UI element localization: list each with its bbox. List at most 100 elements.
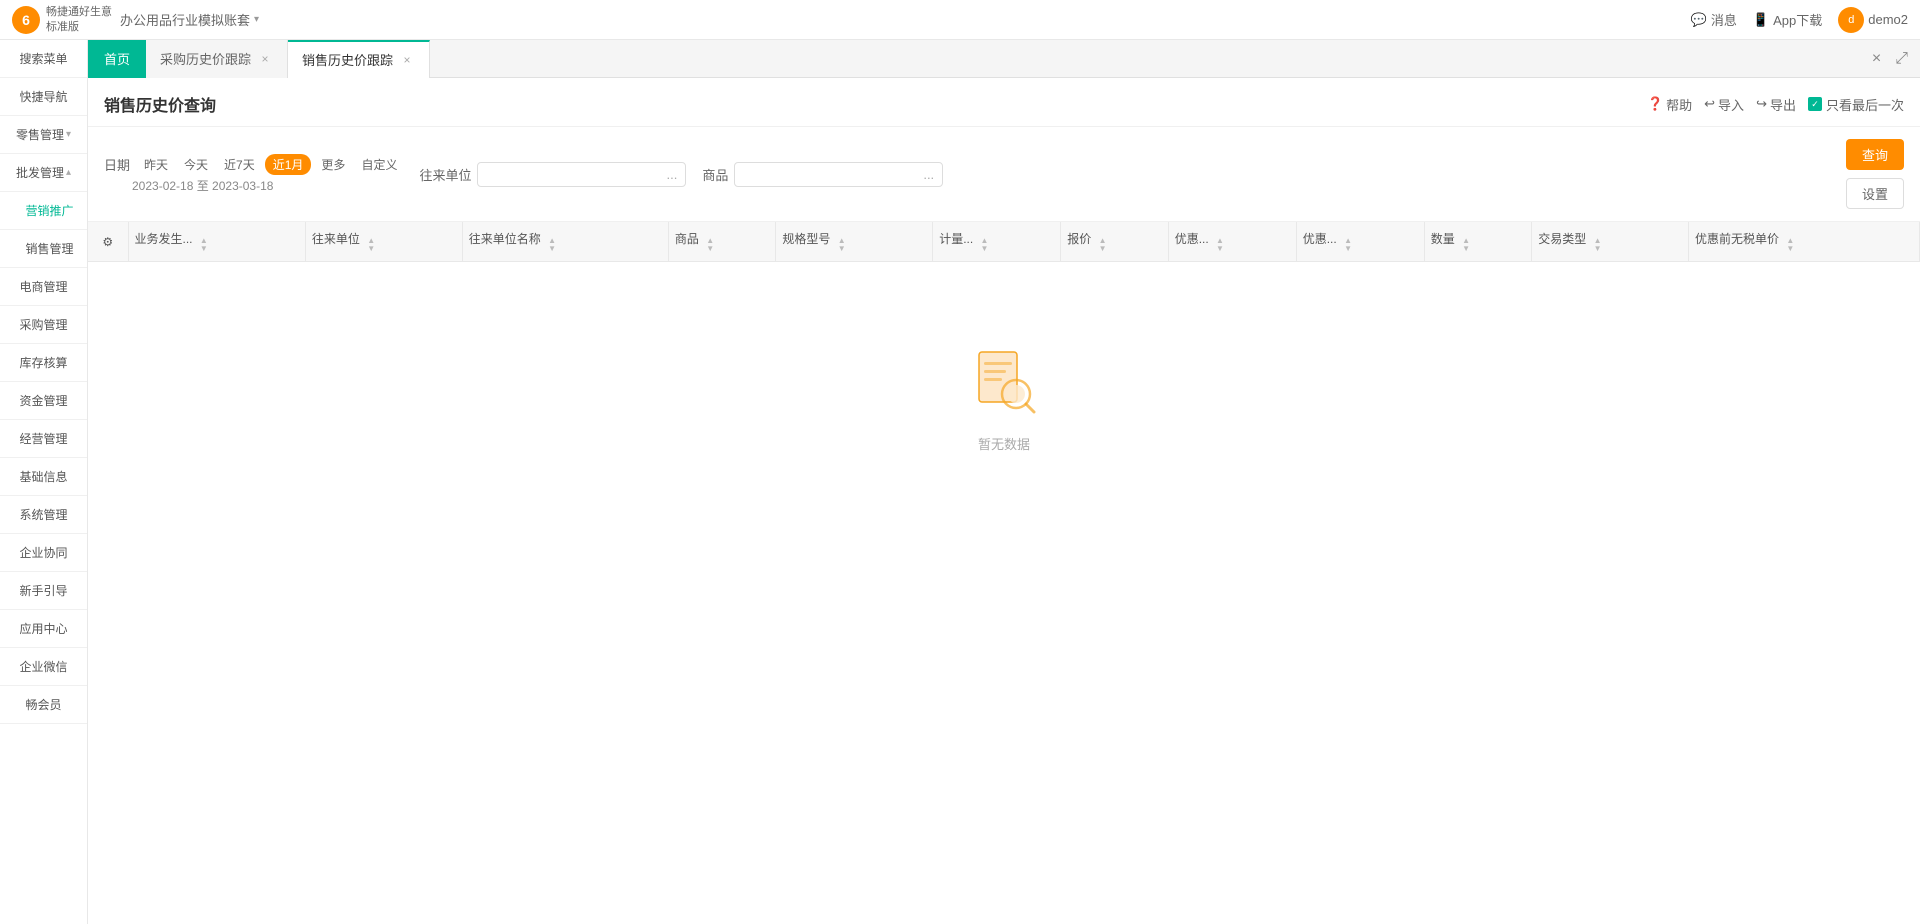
col-trade-type[interactable]: 交易类型 ▲▼ xyxy=(1532,222,1689,262)
import-button[interactable]: ↩ 导入 xyxy=(1704,95,1744,114)
col-pretax-price[interactable]: 优惠前无税单价 ▲▼ xyxy=(1689,222,1920,262)
sidebar-item-label: 快捷导航 xyxy=(19,88,67,105)
only-last-checkbox[interactable]: ✓ 只看最后一次 xyxy=(1808,95,1904,114)
export-button[interactable]: ↪ 导出 xyxy=(1756,95,1796,114)
sidebar-item-label: 新手引导 xyxy=(19,582,67,599)
sidebar-item-wechat[interactable]: 企业微信 xyxy=(0,648,87,686)
sidebar-item-search[interactable]: 搜索菜单 xyxy=(0,40,87,78)
sidebar-item-finance[interactable]: 资金管理 xyxy=(0,382,87,420)
date-filters: 昨天 今天 近7天 近1月 更多 自定义 xyxy=(138,154,403,175)
date-label: 日期 xyxy=(104,155,130,174)
col-discount1[interactable]: 优惠... ▲▼ xyxy=(1168,222,1296,262)
empty-state: 暂无数据 xyxy=(88,262,1920,533)
search-area: 日期 昨天 今天 近7天 近1月 更多 自定义 2023-02-18 至 202… xyxy=(88,127,1920,222)
sidebar-item-sales[interactable]: 销售管理 xyxy=(0,230,87,268)
sidebar-item-label: 畅会员 xyxy=(25,696,61,713)
sidebar-item-label: 企业协同 xyxy=(19,544,67,561)
date-btn-more[interactable]: 更多 xyxy=(315,154,351,175)
top-bar: 6 畅捷通好生意 标准版 办公用品行业模拟账套 ▾ 💬 消息 📱 App下载 xyxy=(0,0,1920,40)
tab-actions: × ⤢ xyxy=(1868,46,1920,72)
sort-icon: ▲▼ xyxy=(981,237,989,253)
tab-purchase-history[interactable]: 采购历史价跟踪 × xyxy=(146,40,288,78)
message-icon: 💬 xyxy=(1691,12,1707,28)
sidebar: 搜索菜单 快捷导航 零售管理 ▾ 批发管理 ▴ 营销推广 销售管理 电商管理 xyxy=(0,40,88,924)
date-range-display: 2023-02-18 至 2023-03-18 xyxy=(132,177,403,194)
sidebar-item-inventory[interactable]: 库存核算 xyxy=(0,344,87,382)
sidebar-item-member[interactable]: 畅会员 xyxy=(0,686,87,724)
date-btn-yesterday[interactable]: 昨天 xyxy=(138,154,174,175)
sidebar-item-management[interactable]: 经营管理 xyxy=(0,420,87,458)
sort-icon: ▲▼ xyxy=(706,237,714,253)
page-header-actions: ❓ 帮助 ↩ 导入 ↪ 导出 ✓ 只看最后一次 xyxy=(1647,95,1904,114)
help-button[interactable]: ❓ 帮助 xyxy=(1647,95,1692,114)
product-search-group: 商品 ... xyxy=(702,162,943,187)
col-product[interactable]: 商品 ▲▼ xyxy=(668,222,775,262)
sort-icon: ▲▼ xyxy=(838,237,846,253)
query-button[interactable]: 查询 xyxy=(1846,139,1904,170)
chevron-down-icon: ▾ xyxy=(66,129,71,140)
sidebar-item-retail[interactable]: 零售管理 ▾ xyxy=(0,116,87,154)
logo-area: 6 畅捷通好生意 标准版 xyxy=(12,5,112,34)
sidebar-item-apps[interactable]: 应用中心 xyxy=(0,610,87,648)
partner-field[interactable] xyxy=(486,167,662,182)
col-spec[interactable]: 规格型号 ▲▼ xyxy=(776,222,933,262)
tab-close-icon[interactable]: × xyxy=(399,52,415,68)
col-settings[interactable]: ⚙ xyxy=(88,222,128,262)
sidebar-item-label: 系统管理 xyxy=(19,506,67,523)
sidebar-item-quicknav[interactable]: 快捷导航 xyxy=(0,78,87,116)
sidebar-item-enterprise[interactable]: 企业协同 xyxy=(0,534,87,572)
date-btn-7days[interactable]: 近7天 xyxy=(218,154,261,175)
partner-input[interactable]: ... xyxy=(477,162,686,187)
sidebar-item-guide[interactable]: 新手引导 xyxy=(0,572,87,610)
col-discount2[interactable]: 优惠... ▲▼ xyxy=(1296,222,1424,262)
sidebar-item-basic-info[interactable]: 基础信息 xyxy=(0,458,87,496)
sidebar-item-marketing[interactable]: 营销推广 xyxy=(0,192,87,230)
partner-label: 往来单位 xyxy=(419,165,471,184)
sidebar-item-ecommerce[interactable]: 电商管理 xyxy=(0,268,87,306)
breadcrumb-dropdown-icon[interactable]: ▾ xyxy=(254,14,259,25)
export-icon: ↪ xyxy=(1756,96,1767,112)
partner-dots: ... xyxy=(666,167,677,182)
sort-icon: ▲▼ xyxy=(367,237,375,253)
settings-button[interactable]: 设置 xyxy=(1846,178,1904,209)
sort-icon: ▲▼ xyxy=(1462,237,1470,253)
product-field[interactable] xyxy=(743,167,919,182)
product-label: 商品 xyxy=(702,165,728,184)
content-area: 首页 采购历史价跟踪 × 销售历史价跟踪 × × ⤢ xyxy=(88,40,1920,924)
col-qty[interactable]: 数量 ▲▼ xyxy=(1424,222,1531,262)
partner-search-group: 往来单位 ... xyxy=(419,162,686,187)
date-btn-today[interactable]: 今天 xyxy=(178,154,214,175)
message-button[interactable]: 💬 消息 xyxy=(1691,10,1737,29)
sort-icon: ▲▼ xyxy=(1594,237,1602,253)
table-header: ⚙ 业务发生... ▲▼ 往来单位 xyxy=(88,222,1920,262)
maximize-button[interactable]: ⤢ xyxy=(1891,46,1912,72)
product-dots: ... xyxy=(923,167,934,182)
date-filter-group: 日期 昨天 今天 近7天 近1月 更多 自定义 2023-02-18 至 202… xyxy=(104,154,403,194)
app-download-button[interactable]: 📱 App下载 xyxy=(1753,10,1822,29)
user-menu[interactable]: d demo2 xyxy=(1838,7,1908,33)
logo-text: 畅捷通好生意 标准版 xyxy=(46,5,112,34)
product-input[interactable]: ... xyxy=(734,162,943,187)
sidebar-item-system[interactable]: 系统管理 xyxy=(0,496,87,534)
col-price[interactable]: 报价 ▲▼ xyxy=(1061,222,1168,262)
date-btn-custom[interactable]: 自定义 xyxy=(355,154,403,175)
date-btn-1month[interactable]: 近1月 xyxy=(265,154,312,175)
close-tab-button[interactable]: × xyxy=(1868,46,1885,72)
tab-close-icon[interactable]: × xyxy=(257,51,273,67)
download-icon: 📱 xyxy=(1753,12,1769,28)
tab-home[interactable]: 首页 xyxy=(88,40,146,78)
col-unit[interactable]: 计量... ▲▼ xyxy=(933,222,1061,262)
sort-icon: ▲▼ xyxy=(1099,237,1107,253)
col-partner-code[interactable]: 往来单位 ▲▼ xyxy=(305,222,462,262)
col-partner-name[interactable]: 往来单位名称 ▲▼ xyxy=(462,222,668,262)
sidebar-item-label: 搜索菜单 xyxy=(19,50,67,67)
top-bar-right: 💬 消息 📱 App下载 d demo2 xyxy=(1691,7,1908,33)
sidebar-item-purchase[interactable]: 采购管理 xyxy=(0,306,87,344)
empty-illustration xyxy=(964,342,1044,422)
sidebar-item-label: 企业微信 xyxy=(19,658,67,675)
sidebar-item-wholesale[interactable]: 批发管理 ▴ xyxy=(0,154,87,192)
tab-sales-history[interactable]: 销售历史价跟踪 × xyxy=(288,40,430,78)
col-date[interactable]: 业务发生... ▲▼ xyxy=(128,222,305,262)
results-table: ⚙ 业务发生... ▲▼ 往来单位 xyxy=(88,222,1920,262)
breadcrumb: 办公用品行业模拟账套 ▾ xyxy=(120,10,259,29)
